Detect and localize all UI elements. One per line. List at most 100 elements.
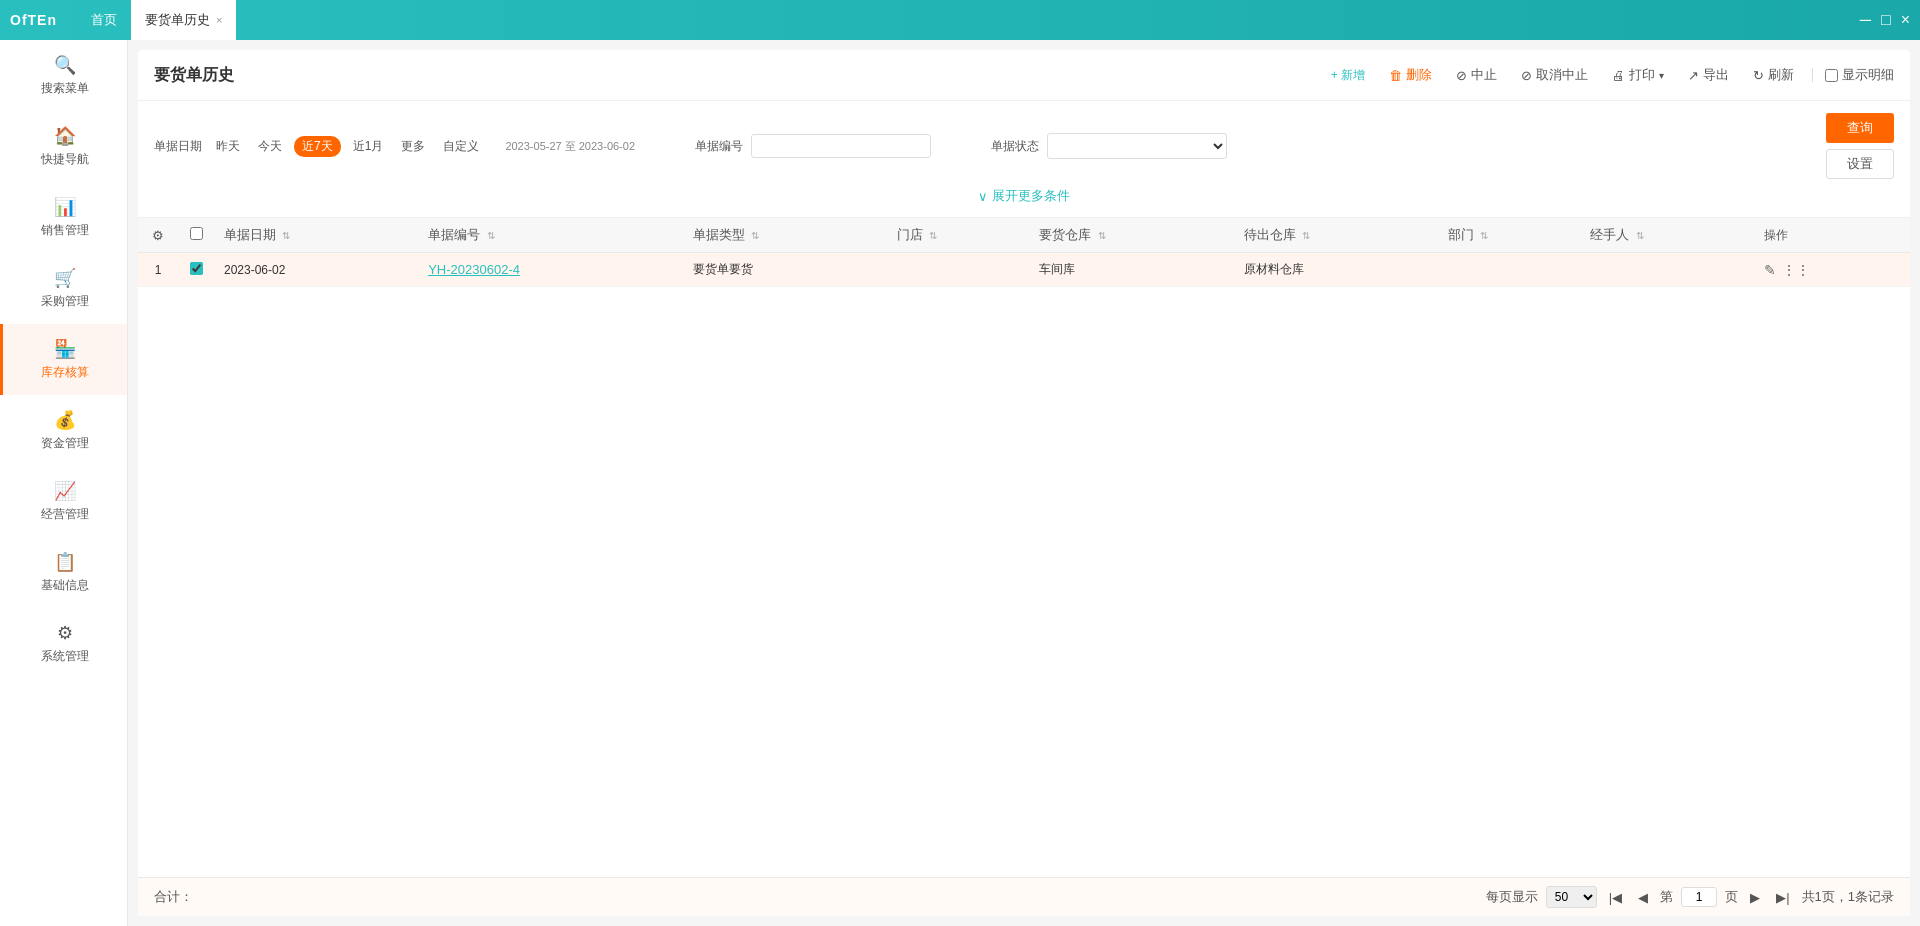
- date-btn-yesterday[interactable]: 昨天: [210, 136, 246, 157]
- sort-doctype-icon[interactable]: ⇅: [751, 230, 759, 241]
- row-checkbox[interactable]: [190, 262, 203, 275]
- col-actions: 操作: [1754, 218, 1910, 253]
- print-button[interactable]: 🖨 打印 ▾: [1606, 62, 1670, 88]
- brand-logo: OfTEn: [10, 12, 57, 28]
- date-btn-more[interactable]: 更多: [395, 136, 431, 157]
- sidebar-item-finance[interactable]: 💰 资金管理: [0, 395, 127, 466]
- prev-page-button[interactable]: ◀: [1634, 888, 1652, 907]
- doc-status-select[interactable]: [1047, 133, 1227, 159]
- page-label: 第: [1660, 888, 1673, 906]
- data-table: ⚙ 单据日期 ⇅ 单据编号 ⇅: [138, 218, 1910, 287]
- table-footer: 合计： 每页显示 50 10 20 100 |◀ ◀ 第 页 ▶ ▶|: [138, 877, 1910, 916]
- stop-button[interactable]: ⊘ 中止: [1450, 62, 1503, 88]
- row-index: 1: [138, 253, 178, 287]
- date-btn-1month[interactable]: 近1月: [347, 136, 390, 157]
- sort-date-icon[interactable]: ⇅: [282, 230, 290, 241]
- export-button[interactable]: ↗ 导出: [1682, 62, 1735, 88]
- row-doc-type: 要货单要货: [683, 253, 887, 287]
- page-size-label: 每页显示: [1486, 888, 1538, 906]
- date-range-display: 2023-05-27 至 2023-06-02: [505, 139, 635, 154]
- sidebar-item-search[interactable]: 🔍 搜索菜单: [0, 40, 127, 111]
- doc-status-filter-group: 单据状态: [991, 133, 1227, 159]
- row-more-button[interactable]: ⋮⋮: [1782, 262, 1810, 278]
- display-detail-checkbox[interactable]: [1825, 69, 1838, 82]
- display-detail-toggle[interactable]: 显示明细: [1825, 66, 1894, 84]
- sidebar-item-nav[interactable]: 🏠 快捷导航: [0, 111, 127, 182]
- col-warehouse: 要货仓库 ⇅: [1029, 218, 1233, 253]
- sidebar-item-inventory[interactable]: 🏪 库存核算: [0, 324, 127, 395]
- refresh-icon: ↻: [1753, 68, 1764, 83]
- basic-info-icon: 📋: [54, 551, 76, 573]
- sidebar-item-system[interactable]: ⚙ 系统管理: [0, 608, 127, 679]
- main-layout: 🔍 搜索菜单 🏠 快捷导航 📊 销售管理 🛒 采购管理 🏪 库存核算 💰 资金管…: [0, 40, 1920, 926]
- cancel-stop-button[interactable]: ⊘ 取消中止: [1515, 62, 1594, 88]
- date-btn-custom[interactable]: 自定义: [437, 136, 485, 157]
- sales-icon: 📊: [54, 196, 76, 218]
- chevron-down-icon: ∨: [978, 189, 988, 204]
- sort-pending-icon[interactable]: ⇅: [1302, 230, 1310, 241]
- col-checkbox[interactable]: [178, 218, 214, 253]
- first-page-button[interactable]: |◀: [1605, 888, 1626, 907]
- tab-purchase-history[interactable]: 要货单历史 ×: [131, 0, 236, 40]
- expand-more-btn[interactable]: ∨ 展开更多条件: [154, 187, 1894, 205]
- pagination: 每页显示 50 10 20 100 |◀ ◀ 第 页 ▶ ▶| 共1页，1条记录: [1486, 886, 1894, 908]
- row-edit-button[interactable]: ✎: [1764, 262, 1776, 278]
- delete-icon: 🗑: [1389, 68, 1402, 83]
- col-settings[interactable]: ⚙: [138, 218, 178, 253]
- new-button[interactable]: + 新增: [1325, 63, 1371, 88]
- maximize-icon[interactable]: □: [1881, 11, 1891, 29]
- total-label: 合计：: [154, 888, 193, 906]
- sort-warehouse-icon[interactable]: ⇅: [1098, 230, 1106, 241]
- query-button[interactable]: 查询: [1826, 113, 1894, 143]
- page-number-input[interactable]: [1681, 887, 1717, 907]
- date-btn-7days[interactable]: 近7天: [294, 136, 341, 157]
- col-doc-number: 单据编号 ⇅: [418, 218, 682, 253]
- close-icon[interactable]: ×: [1901, 11, 1910, 29]
- inventory-icon: 🏪: [54, 338, 76, 360]
- col-department: 部门 ⇅: [1438, 218, 1581, 253]
- table-row: 1 2023-06-02 YH-20230602-4 要货单要货 车间库: [138, 253, 1910, 287]
- sort-handler-icon[interactable]: ⇅: [1636, 230, 1644, 241]
- date-filter-group: 单据日期 昨天 今天 近7天 近1月 更多 自定义: [154, 136, 485, 157]
- sort-dept-icon[interactable]: ⇅: [1480, 230, 1488, 241]
- sidebar-item-basic-info[interactable]: 📋 基础信息: [0, 537, 127, 608]
- last-page-button[interactable]: ▶|: [1772, 888, 1793, 907]
- filter-row-1: 单据日期 昨天 今天 近7天 近1月 更多 自定义 2023-05-27 至 2…: [154, 113, 1894, 179]
- doc-status-label: 单据状态: [991, 138, 1039, 155]
- settings-button[interactable]: 设置: [1826, 149, 1894, 179]
- row-checkbox-cell[interactable]: [178, 253, 214, 287]
- minimize-icon[interactable]: ─: [1860, 11, 1871, 29]
- next-page-button[interactable]: ▶: [1746, 888, 1764, 907]
- row-department: [1438, 253, 1581, 287]
- row-action-buttons: ✎ ⋮⋮: [1764, 262, 1900, 278]
- date-range-buttons: 昨天 今天 近7天 近1月 更多 自定义: [210, 136, 485, 157]
- window-controls: ─ □ ×: [1860, 11, 1910, 29]
- refresh-button[interactable]: ↻ 刷新: [1747, 62, 1800, 88]
- sort-store-icon[interactable]: ⇅: [929, 230, 937, 241]
- sidebar-item-purchase[interactable]: 🛒 采购管理: [0, 253, 127, 324]
- tab-home[interactable]: 首页: [77, 0, 131, 40]
- row-store: [887, 253, 1030, 287]
- tab-close-icon[interactable]: ×: [216, 14, 222, 26]
- sidebar-item-sales[interactable]: 📊 销售管理: [0, 182, 127, 253]
- date-btn-today[interactable]: 今天: [252, 136, 288, 157]
- table-header-row: ⚙ 单据日期 ⇅ 单据编号 ⇅: [138, 218, 1910, 253]
- toolbar-divider: [1812, 68, 1813, 82]
- select-all-checkbox[interactable]: [190, 227, 203, 240]
- row-doc-number: YH-20230602-4: [418, 253, 682, 287]
- delete-button[interactable]: 🗑 删除: [1383, 62, 1438, 88]
- row-pending-warehouse: 原材料仓库: [1234, 253, 1438, 287]
- page-size-select[interactable]: 50 10 20 100: [1546, 886, 1597, 908]
- row-warehouse: 车间库: [1029, 253, 1233, 287]
- filter-area: 单据日期 昨天 今天 近7天 近1月 更多 自定义 2023-05-27 至 2…: [138, 101, 1910, 218]
- sort-docnum-icon[interactable]: ⇅: [487, 230, 495, 241]
- doc-number-link[interactable]: YH-20230602-4: [428, 262, 520, 277]
- date-range-text: 2023-05-27 至 2023-06-02: [505, 139, 635, 154]
- finance-icon: 💰: [54, 409, 76, 431]
- sidebar-item-operations[interactable]: 📈 经营管理: [0, 466, 127, 537]
- doc-number-input[interactable]: [751, 134, 931, 158]
- action-buttons: 查询 设置: [1826, 113, 1894, 179]
- operations-icon: 📈: [54, 480, 76, 502]
- col-pending-warehouse: 待出仓库 ⇅: [1234, 218, 1438, 253]
- row-handler: [1580, 253, 1753, 287]
